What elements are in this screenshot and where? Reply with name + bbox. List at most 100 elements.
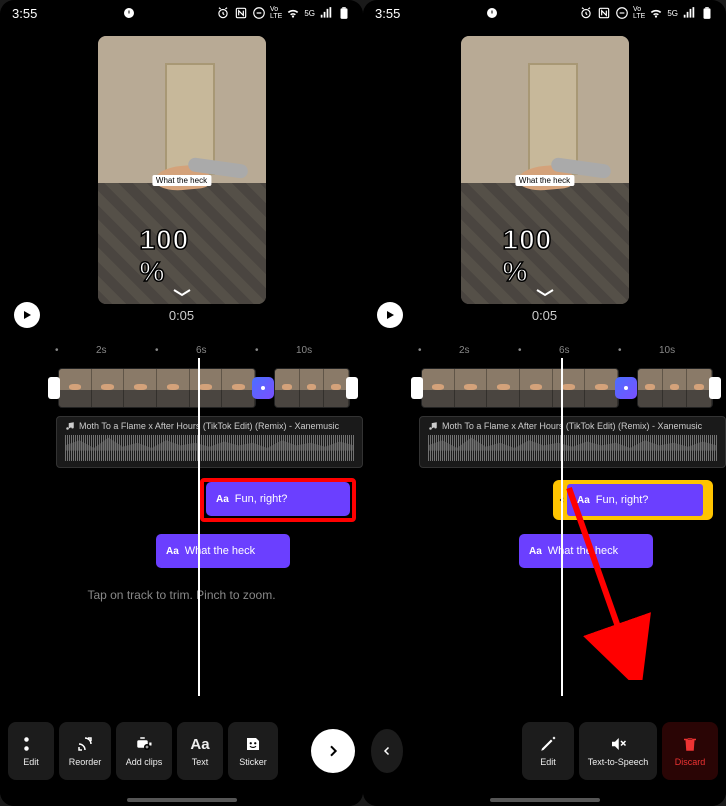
text-icon: Aa: [190, 736, 209, 753]
audio-track[interactable]: Moth To a Flame x After Hours (TikTok Ed…: [363, 416, 726, 468]
screen-right: 3:55 VoLTE 5G What the heck 100 % 0:05: [363, 0, 726, 806]
text-track-1[interactable]: Aa Fun, right?: [363, 482, 726, 526]
video-track[interactable]: [0, 366, 363, 410]
video-preview[interactable]: What the heck 100 %: [461, 36, 629, 304]
preview-caption: What the heck: [152, 175, 211, 186]
audio-clip[interactable]: Moth To a Flame x After Hours (TikTok Ed…: [56, 416, 363, 468]
audio-clip[interactable]: Moth To a Flame x After Hours (TikTok Ed…: [419, 416, 726, 468]
music-icon: [65, 421, 75, 431]
transition-button[interactable]: [615, 377, 637, 399]
play-button[interactable]: [377, 302, 403, 328]
text-icon: Aa: [529, 546, 542, 557]
text-icon: Aa: [577, 495, 590, 506]
text-clip-label: What the heck: [185, 545, 255, 557]
text-clip-label: Fun, right?: [235, 493, 288, 505]
trash-icon: [681, 735, 699, 753]
audio-track[interactable]: Moth To a Flame x After Hours (TikTok Ed…: [0, 416, 363, 468]
preview-caption: What the heck: [515, 175, 574, 186]
ruler: • 2s • 6s • 10s: [363, 340, 726, 360]
text-button[interactable]: Aa Text: [177, 722, 223, 780]
screen-left: 3:55 VoLTE 5G What the heck 100 % 0:05: [0, 0, 363, 806]
wifi-icon: [649, 6, 663, 20]
play-button[interactable]: [14, 302, 40, 328]
discard-button[interactable]: Discard: [662, 722, 718, 780]
5g-icon: 5G: [304, 9, 315, 18]
timeline[interactable]: • 2s • 6s • 10s Moth To: [0, 330, 363, 806]
clip-handle-right[interactable]: [709, 377, 721, 399]
alarm-icon: [579, 6, 593, 20]
video-preview[interactable]: What the heck 100 %: [98, 36, 266, 304]
play-icon: [21, 309, 33, 321]
status-time: 3:55: [375, 6, 400, 21]
dnd-icon: [252, 6, 266, 20]
reorder-icon: [76, 735, 94, 753]
video-clip-1[interactable]: [421, 368, 619, 408]
video-track[interactable]: [363, 366, 726, 410]
text-clip-heck[interactable]: Aa What the heck: [519, 534, 653, 568]
video-clip-1[interactable]: [58, 368, 256, 408]
playhead[interactable]: [198, 358, 200, 696]
text-clip-fun-selected[interactable]: Aa Fun, right?: [567, 484, 703, 516]
clip-handle-left[interactable]: [411, 377, 423, 399]
text-clip-heck[interactable]: Aa What the heck: [156, 534, 290, 568]
chevron-right-icon: [325, 743, 341, 759]
sticker-icon: [244, 735, 262, 753]
nav-indicator: [490, 798, 600, 802]
ruler: • 2s • 6s • 10s: [0, 340, 363, 360]
signal-icon: [682, 6, 696, 20]
add-clips-button[interactable]: Add clips: [116, 722, 172, 780]
toolbar: Edit Reorder Add clips Aa Text Sticker: [0, 718, 363, 784]
edit-button[interactable]: Edit: [8, 722, 54, 780]
selected-clip-wrap[interactable]: Aa Fun, right?: [553, 480, 713, 520]
tts-button[interactable]: Text-to-Speech: [579, 722, 657, 780]
text-clip-label: What the heck: [548, 545, 618, 557]
chevron-left-icon: [381, 745, 393, 757]
edit-button[interactable]: Edit: [522, 722, 574, 780]
speaker-muted-icon: [609, 735, 627, 753]
status-bar: 3:55 VoLTE 5G: [363, 0, 726, 26]
status-icons: VoLTE 5G: [216, 6, 351, 20]
status-time: 3:55: [12, 6, 37, 21]
next-button[interactable]: [311, 729, 355, 773]
video-clip-2[interactable]: [637, 368, 713, 408]
sticker-button[interactable]: Sticker: [228, 722, 278, 780]
chevron-down-icon: [170, 288, 194, 298]
wifi-icon: [286, 6, 300, 20]
text-track-1[interactable]: Aa Fun, right?: [0, 482, 363, 526]
text-clip-fun[interactable]: Aa Fun, right?: [206, 482, 350, 516]
back-button[interactable]: [371, 729, 403, 773]
text-track-2[interactable]: Aa What the heck: [363, 534, 726, 572]
audio-title-text: Moth To a Flame x After Hours (TikTok Ed…: [79, 421, 339, 431]
5g-icon: 5G: [667, 9, 678, 18]
pencil-icon: [539, 735, 557, 753]
nfc-icon: [597, 6, 611, 20]
status-icons: VoLTE 5G: [579, 6, 714, 20]
scissors-icon: [22, 735, 40, 753]
transition-button[interactable]: [252, 377, 274, 399]
hint-text: Tap on track to trim. Pinch to zoom.: [0, 588, 363, 602]
clip-handle-right[interactable]: [346, 377, 358, 399]
music-icon: [428, 421, 438, 431]
text-clip-label: Fun, right?: [596, 494, 649, 506]
signal-icon: [319, 6, 333, 20]
volte-icon: VoLTE: [270, 6, 282, 20]
reorder-button[interactable]: Reorder: [59, 722, 111, 780]
playhead[interactable]: [561, 358, 563, 696]
waveform: [428, 435, 717, 461]
timeline[interactable]: • 2s • 6s • 10s Moth To: [363, 330, 726, 806]
clip-handle-left[interactable]: [48, 377, 60, 399]
preview-area: What the heck 100 % 0:05: [0, 26, 363, 330]
chevron-down-icon: [533, 288, 557, 298]
trim-handle-right[interactable]: [703, 487, 709, 513]
timestamp: 0:05: [532, 308, 557, 323]
text-track-2[interactable]: Aa What the heck: [0, 534, 363, 572]
volte-icon: VoLTE: [633, 6, 645, 20]
battery-icon: [700, 6, 714, 20]
video-clip-2[interactable]: [274, 368, 350, 408]
status-bar: 3:55 VoLTE 5G: [0, 0, 363, 26]
battery-icon: [337, 6, 351, 20]
preview-overlay-text: 100 %: [503, 224, 587, 288]
nav-indicator: [127, 798, 237, 802]
add-clips-icon: [135, 735, 153, 753]
dnd-icon: [615, 6, 629, 20]
